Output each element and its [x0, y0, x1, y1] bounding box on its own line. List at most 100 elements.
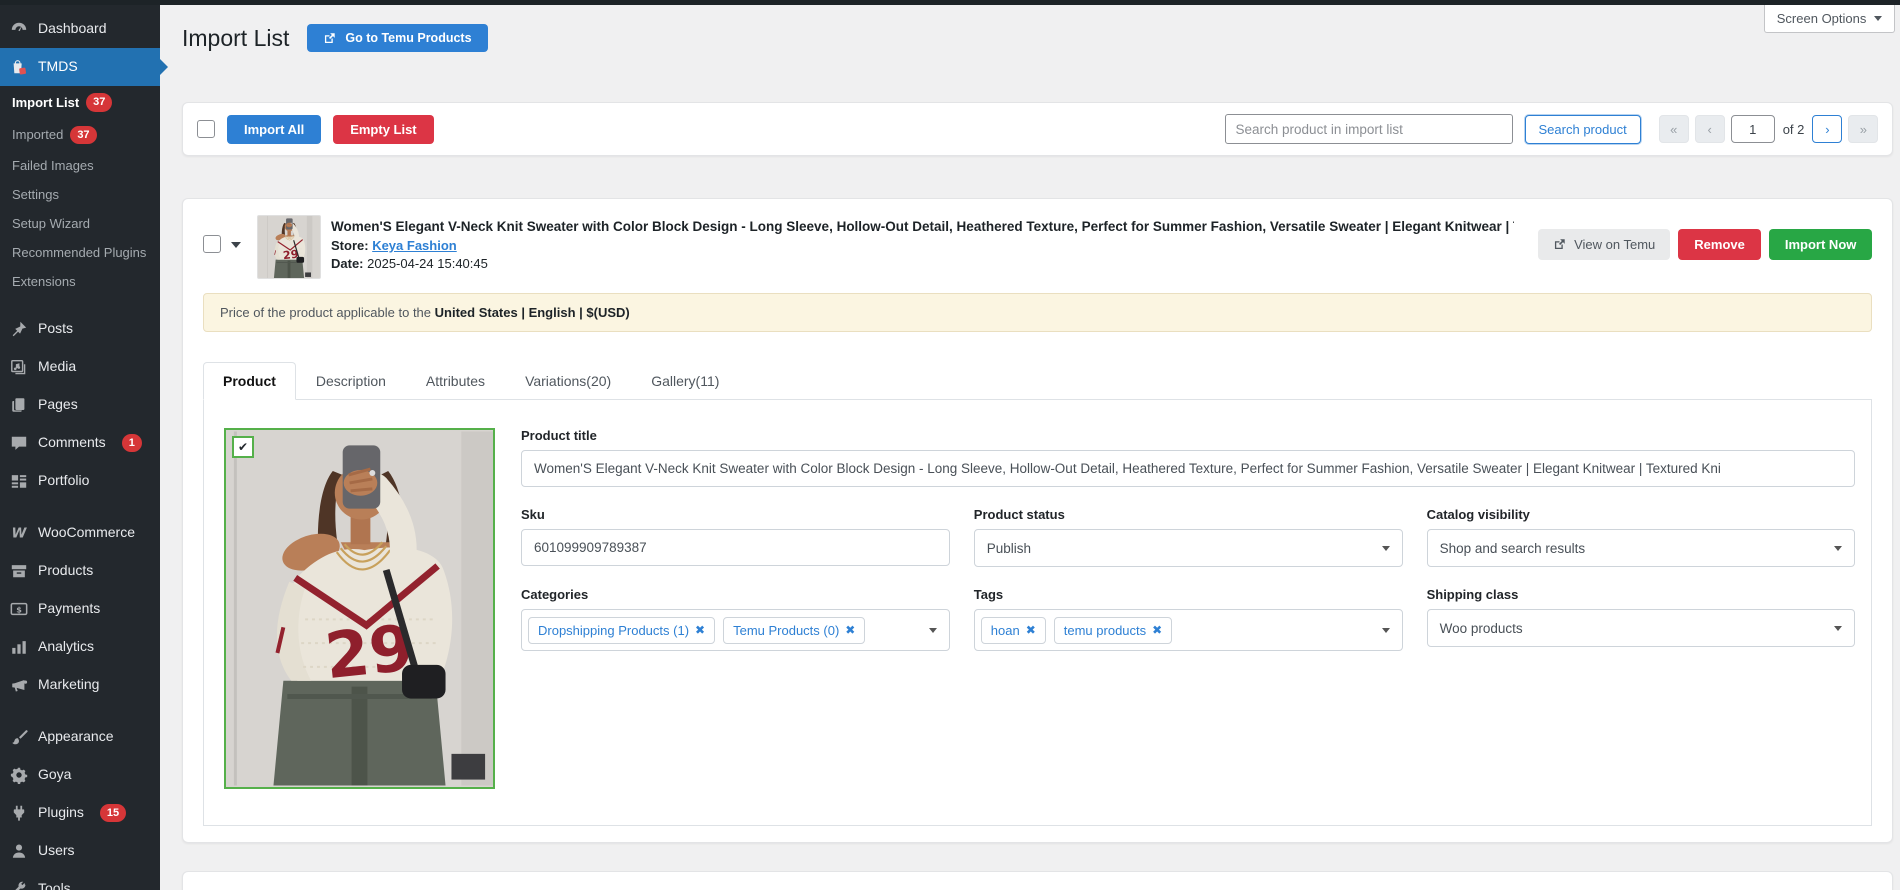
categories-multiselect[interactable]: Dropshipping Products (1) ✖ Temu Products …	[521, 609, 950, 651]
product-status-select[interactable]: Publish	[973, 529, 1403, 567]
next-page-button[interactable]: ›	[1812, 115, 1843, 143]
tools-icon	[9, 879, 29, 890]
dashboard-icon	[9, 19, 29, 39]
pages-icon	[9, 395, 29, 415]
page-header: Import List Go to Temu Products	[182, 20, 1893, 56]
catalog-visibility-select[interactable]: Shop and search results	[1426, 529, 1856, 567]
remove-chip-icon[interactable]: ✖	[845, 623, 855, 637]
sidebar-item-appearance[interactable]: Appearance	[0, 718, 160, 756]
sidebar-item-label: Dashboard	[38, 20, 107, 37]
store-link[interactable]: Keya Fashion	[372, 238, 457, 253]
sidebar-item-label: Settings	[12, 187, 59, 202]
remove-button[interactable]: Remove	[1678, 229, 1761, 260]
product-status-value: Publish	[986, 540, 1032, 556]
woocommerce-icon: W	[9, 523, 29, 543]
prev-page-button[interactable]: ‹	[1694, 115, 1725, 143]
first-page-button[interactable]: «	[1658, 115, 1689, 143]
view-on-temu-button[interactable]: View on Temu	[1538, 229, 1671, 260]
search-input[interactable]	[1224, 114, 1513, 144]
sidebar-item-label: Failed Images	[12, 158, 94, 173]
sidebar-item-extensions[interactable]: Extensions	[0, 267, 160, 296]
media-icon	[9, 357, 29, 377]
sidebar-item-settings[interactable]: Settings	[0, 180, 160, 209]
plugins-icon	[9, 803, 29, 823]
sidebar-item-marketing[interactable]: Marketing	[0, 666, 160, 704]
page-layout: Dashboard TMDS Import List 37 Imported 37 Fail…	[0, 0, 1900, 890]
category-chip-label: Temu Products (0)	[733, 622, 840, 638]
page-number-input[interactable]	[1730, 115, 1775, 143]
image-selected-checkbox[interactable]	[232, 436, 254, 458]
tags-multiselect[interactable]: hoan ✖ temu products ✖	[973, 609, 1403, 651]
remove-chip-icon[interactable]: ✖	[1152, 623, 1162, 637]
sidebar-item-label: Appearance	[38, 728, 114, 745]
sidebar-item-tmds[interactable]: TMDS	[0, 48, 168, 86]
sidebar-item-analytics[interactable]: Analytics	[0, 628, 160, 666]
chevron-down-icon	[1874, 16, 1883, 25]
search-product-button[interactable]: Search product	[1524, 114, 1641, 144]
import-all-button[interactable]: Import All	[227, 114, 322, 144]
screen-options-label: Screen Options	[1776, 11, 1867, 26]
main-content: Screen Options Import List Go to Temu Pr…	[160, 0, 1900, 890]
external-link-icon	[1553, 238, 1566, 251]
goya-icon	[9, 765, 29, 785]
import-now-button[interactable]: Import Now	[1768, 229, 1873, 260]
sidebar-item-comments[interactable]: Comments 1	[0, 424, 160, 462]
tab-variations[interactable]: Variations(20)	[505, 362, 631, 400]
tab-attributes[interactable]: Attributes	[406, 362, 505, 400]
product-title-text: Women'S Elegant V-Neck Knit Sweater with…	[331, 219, 1515, 234]
sidebar-item-products[interactable]: Products	[0, 552, 160, 590]
sidebar-item-label: Setup Wizard	[12, 216, 91, 231]
sidebar-item-pages[interactable]: Pages	[0, 386, 160, 424]
screen-options-button[interactable]: Screen Options	[1763, 5, 1896, 33]
sidebar-item-tools[interactable]: Tools	[0, 870, 160, 890]
product-store-line: Store: Keya Fashion	[331, 237, 1514, 256]
category-chip-label: Dropshipping Products (1)	[538, 622, 690, 638]
sidebar-item-label: Portfolio	[38, 472, 90, 489]
sidebar-item-recommended-plugins[interactable]: Recommended Plugins	[0, 238, 160, 267]
sidebar-item-payments[interactable]: $ Payments	[0, 590, 160, 628]
shipping-class-select[interactable]: Woo products	[1426, 609, 1856, 647]
svg-text:W: W	[12, 526, 28, 542]
admin-sidebar: Dashboard TMDS Import List 37 Imported 37 Fail…	[0, 0, 168, 890]
sidebar-item-users[interactable]: Users	[0, 832, 160, 870]
tab-product[interactable]: Product	[203, 362, 296, 400]
categories-label: Categories	[521, 587, 589, 602]
sidebar-item-setup-wizard[interactable]: Setup Wizard	[0, 209, 160, 238]
go-to-temu-products-button[interactable]: Go to Temu Products	[307, 24, 488, 52]
sidebar-item-goya[interactable]: Goya	[0, 756, 160, 794]
expand-caret-icon[interactable]	[231, 242, 241, 253]
product-actions: View on Temu Remove Import Now	[1538, 229, 1873, 260]
payments-icon: $	[9, 599, 29, 619]
sidebar-item-label: Comments	[38, 434, 106, 451]
sku-input[interactable]	[521, 529, 950, 566]
remove-chip-icon[interactable]: ✖	[695, 623, 705, 637]
sidebar-item-label: Analytics	[38, 638, 95, 655]
select-all-checkbox[interactable]	[197, 120, 215, 138]
product-title-input[interactable]	[521, 450, 1856, 487]
count-badge: 37	[86, 93, 113, 112]
sidebar-item-label: Import List	[12, 94, 80, 110]
sidebar-item-label: Products	[38, 562, 94, 579]
tab-gallery[interactable]: Gallery(11)	[631, 362, 739, 400]
sidebar-item-dashboard[interactable]: Dashboard	[0, 10, 160, 48]
remove-chip-icon[interactable]: ✖	[1026, 623, 1036, 637]
analytics-icon	[9, 637, 29, 657]
product-select-checkbox[interactable]	[203, 235, 221, 253]
marketing-icon	[9, 675, 29, 695]
sidebar-item-media[interactable]: Media	[0, 348, 160, 386]
sidebar-item-portfolio[interactable]: Portfolio	[0, 462, 160, 500]
sidebar-item-imported[interactable]: Imported 37	[0, 119, 160, 152]
sidebar-item-label: Users	[38, 842, 75, 859]
sidebar-item-posts[interactable]: Posts	[0, 310, 160, 348]
product-title-label: Product title	[521, 428, 597, 443]
product-card: Women'S Elegant V-Neck Knit Sweater with…	[182, 198, 1894, 843]
product-tab-content: Product title Sku Product status Publish	[203, 400, 1873, 826]
tab-description[interactable]: Description	[296, 362, 406, 400]
sidebar-item-woocommerce[interactable]: W WooCommerce	[0, 514, 160, 552]
sidebar-item-failed-images[interactable]: Failed Images	[0, 151, 160, 180]
empty-list-button[interactable]: Empty List	[333, 114, 434, 144]
date-label: Date:	[331, 256, 364, 272]
last-page-button[interactable]: »	[1848, 115, 1879, 143]
sidebar-item-plugins[interactable]: Plugins 15	[0, 794, 160, 832]
sidebar-item-import-list[interactable]: Import List 37	[0, 86, 160, 119]
